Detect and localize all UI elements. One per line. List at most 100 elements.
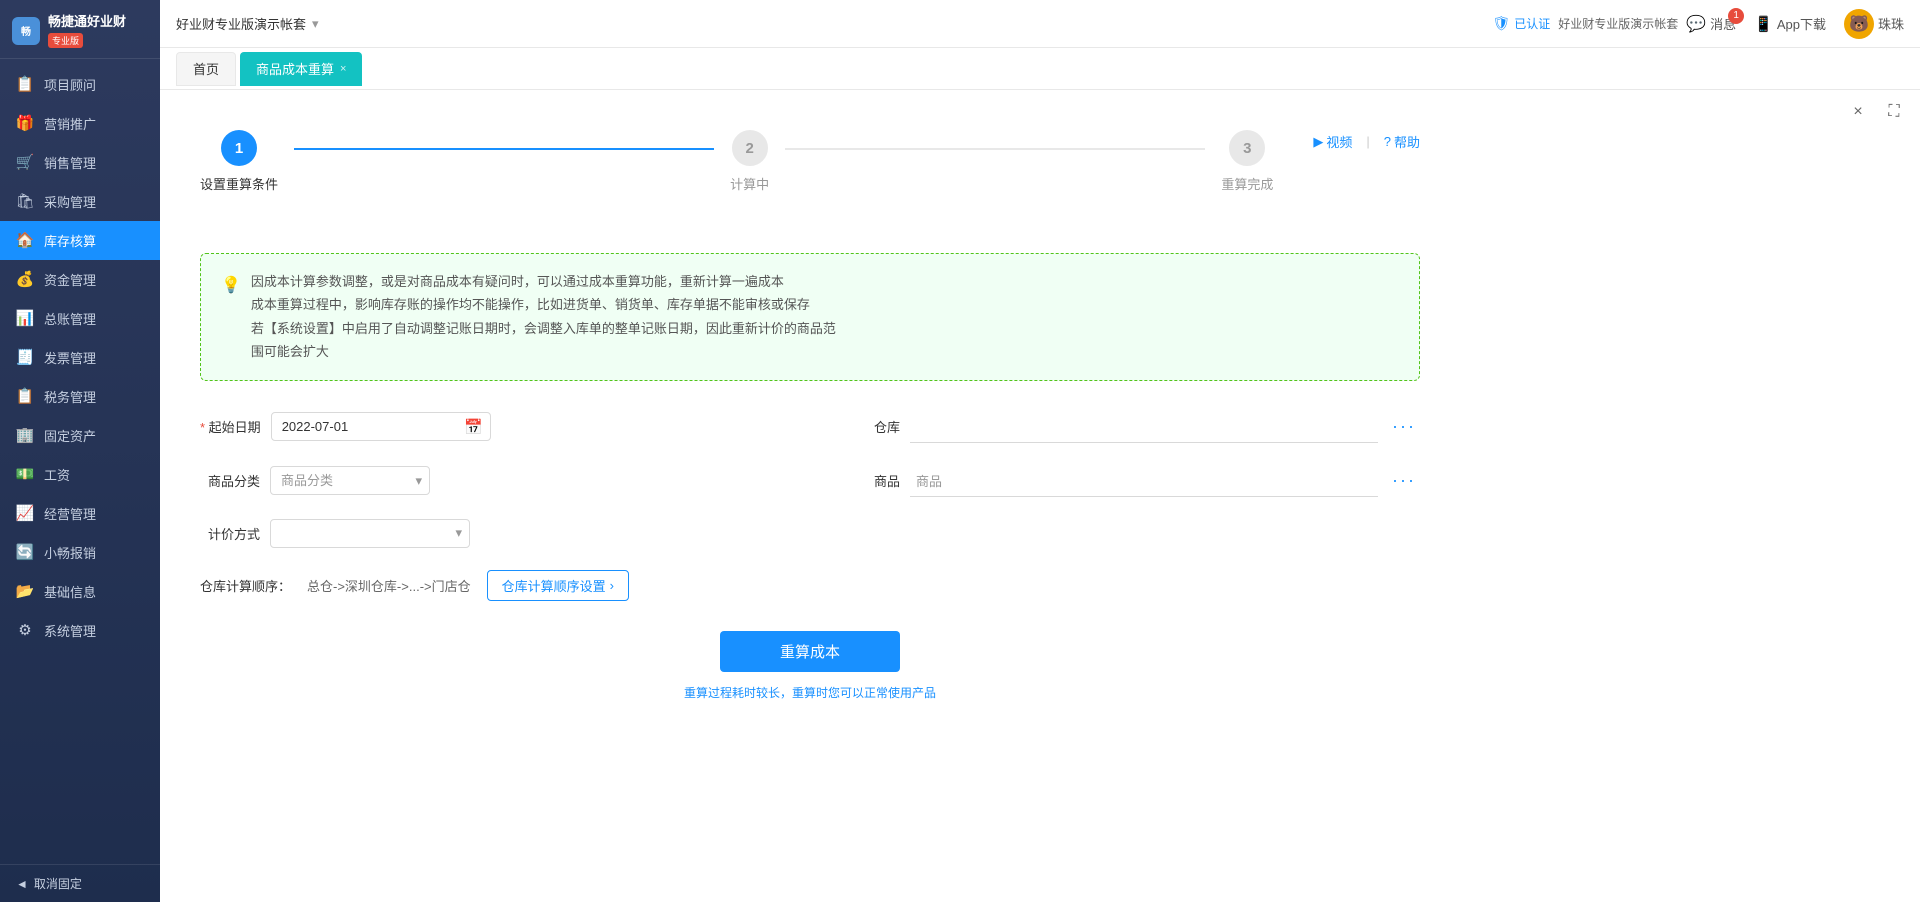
info-icon: 💡 [221,272,241,364]
home-tab-label: 首页 [193,59,219,78]
svg-text:畅: 畅 [21,25,31,38]
calendar-icon[interactable]: 📅 [464,418,483,436]
pricing-label: 计价方式 [200,524,260,543]
sidebar-item-expense[interactable]: 🔄 小畅报销 [0,533,160,572]
step-2-label: 计算中 [730,174,769,193]
sidebar-item-inventory[interactable]: 🏠 库存核算 [0,221,160,260]
info-line-1: 因成本计算参数调整，或是对商品成本有疑问时，可以通过成本重算功能，重新计算一遍成… [251,270,836,293]
sidebar-item-general[interactable]: 📊 总账管理 [0,299,160,338]
product-placeholder: 商品 [916,471,942,490]
account-name: 好业财专业版演示帐套 [176,14,306,33]
category-select[interactable]: 商品分类 [270,466,430,495]
warehouse-dots-button[interactable]: ··· [1388,412,1420,441]
sidebar-item-salary[interactable]: 💵 工资 [0,455,160,494]
sidebar-item-assets[interactable]: 🏢 固定资产 [0,416,160,455]
dropdown-arrow-icon: ▾ [312,16,319,32]
product-input-area: 商品 [910,465,1378,497]
recalc-hint: 重算过程耗时较长，重算时您可以正常使用产品 [684,684,936,701]
pricing-field: 计价方式 ▾ [200,519,780,548]
sidebar-item-sales[interactable]: 🛒 销售管理 [0,143,160,182]
warehouse-order-row: 仓库计算顺序： 总仓->深圳仓库->...->门店仓 仓库计算顺序设置 › [200,570,1420,601]
sidebar-item-label: 库存核算 [44,231,96,250]
app-download-label: App下载 [1777,14,1826,33]
pricing-select[interactable] [270,519,470,548]
tax-icon: 📋 [16,387,34,405]
category-select-wrapper: 商品分类 ▾ [270,466,430,495]
sidebar-item-purchase[interactable]: 🛍 采购管理 [0,182,160,221]
sidebar-item-label: 采购管理 [44,192,96,211]
collapse-label: 取消固定 [34,875,82,892]
message-button[interactable]: 💬 消息 1 [1686,14,1736,34]
finance-icon: 💰 [16,270,34,288]
video-play-icon: ▶ [1313,134,1323,150]
help-button[interactable]: ? 帮助 [1384,132,1420,151]
sidebar-item-label: 总账管理 [44,309,96,328]
verified-account-name: 好业财专业版演示帐套 [1558,15,1678,32]
sidebar: 畅 畅捷通好业财 专业版 📋 项目顾问 🎁 营销推广 🛒 销售管理 🛍 采购管理… [0,0,160,902]
sidebar-item-tax[interactable]: 📋 税务管理 [0,377,160,416]
category-label: 商品分类 [200,471,260,490]
form-row-1: 起始日期 📅 仓库 ··· [200,411,1420,443]
app-title-area: 畅捷通好业财 专业版 [48,14,126,48]
step-3: 3 重算完成 [1221,130,1273,193]
expand-window-button[interactable]: ⛶ [1880,98,1908,126]
sidebar-item-system[interactable]: ⚙ 系统管理 [0,611,160,650]
tab-home[interactable]: 首页 [176,52,236,86]
tab-close-icon[interactable]: × [340,63,346,75]
help-icon: ? [1384,134,1391,149]
sidebar-nav: 📋 项目顾问 🎁 营销推广 🛒 销售管理 🛍 采购管理 🏠 库存核算 💰 资金管… [0,59,160,864]
sidebar-item-marketing[interactable]: 🎁 营销推广 [0,104,160,143]
sidebar-item-operation[interactable]: 📈 经营管理 [0,494,160,533]
shield-icon: 🛡 [1492,15,1510,32]
avatar: 🐻 [1844,9,1874,39]
content-area: × ⛶ 1 设置重算条件 [160,90,1920,902]
step-line-1-2 [294,148,714,150]
account-selector[interactable]: 好业财专业版演示帐套 ▾ [176,14,1484,33]
active-tab-label: 商品成本重算 [256,59,334,78]
step-3-circle: 3 [1229,130,1265,166]
close-icon: × [1853,103,1862,121]
app-title: 畅捷通好业财 [48,14,126,31]
video-label: 视频 [1326,132,1352,151]
sidebar-item-finance[interactable]: 💰 资金管理 [0,260,160,299]
sidebar-item-invoice[interactable]: 🧾 发票管理 [0,338,160,377]
topbar: 好业财专业版演示帐套 ▾ 🛡 已认证 好业财专业版演示帐套 💬 消息 1 📱 A… [160,0,1920,48]
app-badge: 专业版 [48,33,83,48]
purchase-icon: 🛍 [16,192,34,210]
sidebar-item-label: 经营管理 [44,504,96,523]
sidebar-item-basic[interactable]: 📂 基础信息 [0,572,160,611]
start-date-input[interactable] [271,412,491,441]
app-download-button[interactable]: 📱 App下载 [1754,14,1826,33]
warehouse-order-settings-button[interactable]: 仓库计算顺序设置 › [487,570,629,601]
sidebar-item-project[interactable]: 📋 项目顾问 [0,65,160,104]
sidebar-item-label: 发票管理 [44,348,96,367]
basic-icon: 📂 [16,582,34,600]
info-line-3: 若【系统设置】中启用了自动调整记账日期时，会调整入库单的整单记账日期，因此重新计… [251,317,836,340]
step-2-circle: 2 [732,130,768,166]
sidebar-item-label: 基础信息 [44,582,96,601]
step-1: 1 设置重算条件 [200,130,278,193]
info-text: 因成本计算参数调整，或是对商品成本有疑问时，可以通过成本重算功能，重新计算一遍成… [251,270,836,364]
close-window-button[interactable]: × [1844,98,1872,126]
video-button[interactable]: ▶ 视频 [1313,132,1352,151]
sidebar-item-label: 系统管理 [44,621,96,640]
product-dots-button[interactable]: ··· [1388,466,1420,495]
recalc-cost-button[interactable]: 重算成本 [720,631,900,672]
user-avatar-button[interactable]: 🐻 珠珠 [1844,9,1904,39]
tab-cost-recalc[interactable]: 商品成本重算 × [240,52,362,86]
verified-badge: 🛡 已认证 [1492,15,1550,32]
sidebar-item-label: 销售管理 [44,153,96,172]
warehouse-input-area [910,411,1378,443]
assets-icon: 🏢 [16,426,34,444]
info-box: 💡 因成本计算参数调整，或是对商品成本有疑问时，可以通过成本重算功能，重新计算一… [200,253,1420,381]
tabs-bar: 首页 商品成本重算 × [160,48,1920,90]
expand-icon: ⛶ [1888,103,1899,121]
window-controls: × ⛶ [1832,90,1920,134]
message-icon: 💬 [1686,14,1706,34]
steps: 1 设置重算条件 2 计算中 [200,120,1273,193]
operation-icon: 📈 [16,504,34,522]
sidebar-item-label: 税务管理 [44,387,96,406]
sidebar-item-label: 工资 [44,465,70,484]
sidebar-footer-collapse[interactable]: ◄ 取消固定 [0,864,160,902]
topbar-actions: 💬 消息 1 📱 App下载 🐻 珠珠 [1686,9,1904,39]
